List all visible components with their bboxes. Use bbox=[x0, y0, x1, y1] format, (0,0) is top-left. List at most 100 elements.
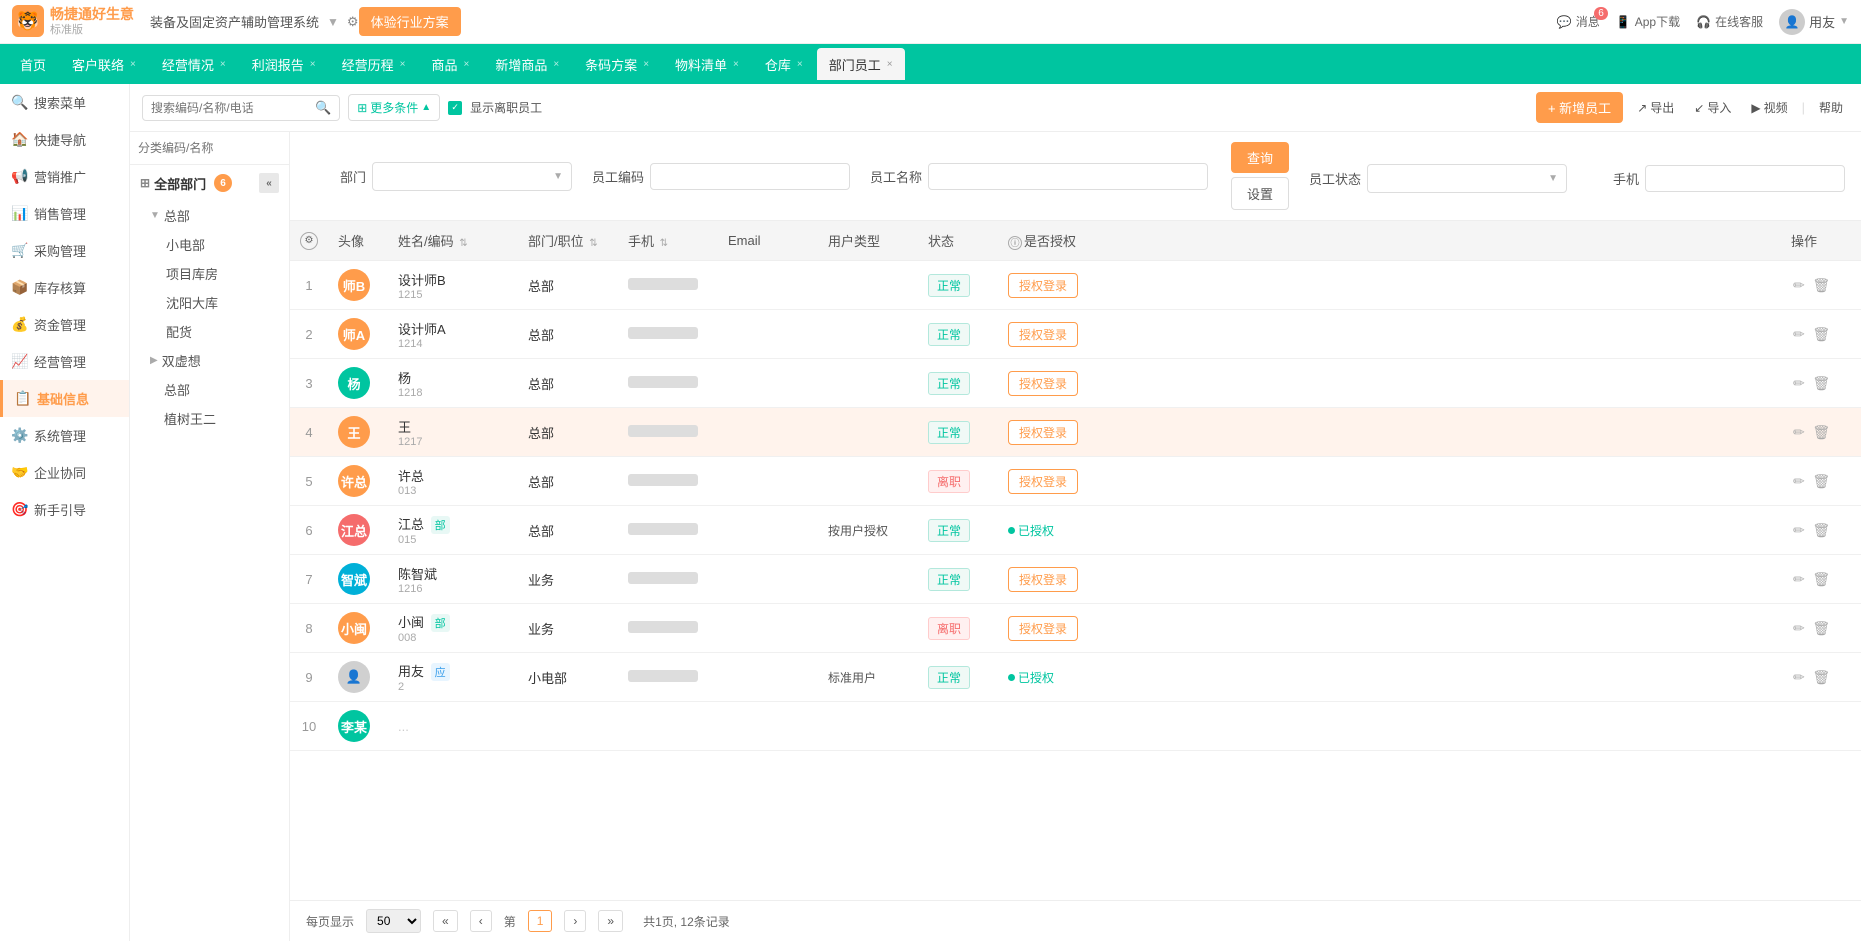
close-tab-history[interactable]: × bbox=[400, 59, 406, 70]
prev-page-button[interactable]: ‹ bbox=[470, 910, 492, 932]
sidebar-item-finance[interactable]: 💰 资金管理 bbox=[0, 306, 129, 343]
edit-button[interactable]: ✏ bbox=[1791, 569, 1807, 590]
search-input[interactable] bbox=[151, 101, 311, 115]
phone-input[interactable] bbox=[1645, 165, 1845, 192]
edit-button[interactable]: ✏ bbox=[1791, 520, 1807, 541]
tab-employees[interactable]: 部门员工× bbox=[817, 48, 905, 80]
auth-button[interactable]: 授权登录 bbox=[1008, 469, 1078, 494]
collapse-tree-button[interactable]: « bbox=[259, 173, 279, 193]
query-button[interactable]: 查询 bbox=[1231, 142, 1289, 173]
close-tab-customer[interactable]: × bbox=[130, 59, 136, 70]
edit-button[interactable]: ✏ bbox=[1791, 373, 1807, 394]
sidebar-item-basic[interactable]: 📋 基础信息 bbox=[0, 380, 129, 417]
tab-barcode[interactable]: 条码方案× bbox=[573, 48, 661, 80]
sidebar-item-marketing[interactable]: 📢 营销推广 bbox=[0, 158, 129, 195]
sidebar-item-inventory[interactable]: 📦 库存核算 bbox=[0, 269, 129, 306]
auth-button[interactable]: 授权登录 bbox=[1008, 616, 1078, 641]
user-area[interactable]: 👤 用友 ▼ bbox=[1779, 9, 1849, 35]
auth-info-icon[interactable]: ⓘ bbox=[1008, 236, 1022, 250]
dept-node-shenyangdacang[interactable]: 沈阳大库 bbox=[130, 288, 289, 317]
sidebar-item-collab[interactable]: 🤝 企业协同 bbox=[0, 454, 129, 491]
video-button[interactable]: ▶ 视频 bbox=[1745, 95, 1793, 120]
close-tab-new-goods[interactable]: × bbox=[553, 59, 559, 70]
sidebar-item-purchase[interactable]: 🛒 采购管理 bbox=[0, 232, 129, 269]
tab-history[interactable]: 经营历程× bbox=[330, 48, 418, 80]
settings-button[interactable]: 设置 bbox=[1231, 177, 1289, 210]
close-tab-profit[interactable]: × bbox=[310, 59, 316, 70]
show-resigned-checkbox[interactable]: ✓ 显示离职员工 bbox=[448, 99, 542, 116]
tab-new-goods[interactable]: 新增商品× bbox=[483, 48, 571, 80]
delete-button[interactable]: 🗑 bbox=[1810, 667, 1832, 688]
sidebar-item-system[interactable]: ⚙️ 系统管理 bbox=[0, 417, 129, 454]
import-button[interactable]: ↙ 导入 bbox=[1688, 95, 1737, 120]
table-settings-icon[interactable]: ⚙ bbox=[300, 232, 318, 250]
delete-button[interactable]: 🗑 bbox=[1810, 520, 1832, 541]
online-service-button[interactable]: 🎧 在线客服 bbox=[1696, 13, 1763, 30]
dept-node-peihuo[interactable]: 配货 bbox=[130, 317, 289, 346]
page-size-select[interactable]: 50 100 200 bbox=[366, 909, 421, 933]
tab-operation[interactable]: 经营情况× bbox=[150, 48, 238, 80]
edit-button[interactable]: ✏ bbox=[1791, 275, 1807, 296]
close-tab-barcode[interactable]: × bbox=[643, 59, 649, 70]
edit-button[interactable]: ✏ bbox=[1791, 422, 1807, 443]
close-tab-goods[interactable]: × bbox=[463, 59, 469, 70]
first-page-button[interactable]: « bbox=[433, 910, 458, 932]
delete-button[interactable]: 🗑 bbox=[1810, 569, 1832, 590]
close-tab-warehouse[interactable]: × bbox=[797, 59, 803, 70]
delete-button[interactable]: 🗑 bbox=[1810, 324, 1832, 345]
system-dropdown-icon[interactable]: ▼ bbox=[327, 15, 339, 29]
close-tab-operation[interactable]: × bbox=[220, 59, 226, 70]
edit-button[interactable]: ✏ bbox=[1791, 324, 1807, 345]
sidebar-item-sales[interactable]: 📊 销售管理 bbox=[0, 195, 129, 232]
sidebar-item-search[interactable]: 🔍 搜索菜单 bbox=[0, 84, 129, 121]
auth-button[interactable]: 授权登录 bbox=[1008, 420, 1078, 445]
delete-button[interactable]: 🗑 bbox=[1810, 275, 1832, 296]
filter-status-select[interactable]: ▼ bbox=[1367, 164, 1567, 193]
edit-button[interactable]: ✏ bbox=[1791, 667, 1807, 688]
filter-dept-select[interactable]: ▼ bbox=[372, 162, 572, 191]
tab-profit[interactable]: 利润报告× bbox=[240, 48, 328, 80]
export-button[interactable]: ↗ 导出 bbox=[1631, 95, 1680, 120]
col-dept-position[interactable]: 部门/职位 ⇅ bbox=[518, 221, 618, 261]
close-tab-employees[interactable]: × bbox=[887, 59, 893, 70]
edit-button[interactable]: ✏ bbox=[1791, 471, 1807, 492]
all-dept-header[interactable]: ⊞ 全部部门 6 « bbox=[130, 165, 289, 201]
sidebar-item-business[interactable]: 📈 经营管理 bbox=[0, 343, 129, 380]
dept-search-input[interactable] bbox=[138, 141, 290, 155]
auth-button[interactable]: 授权登录 bbox=[1008, 322, 1078, 347]
delete-button[interactable]: 🗑 bbox=[1810, 618, 1832, 639]
messages-button[interactable]: 💬 消息 6 bbox=[1557, 13, 1600, 30]
tab-warehouse[interactable]: 仓库× bbox=[753, 48, 815, 80]
settings-icon[interactable]: ⚙ bbox=[347, 14, 359, 30]
auth-button[interactable]: 授权登录 bbox=[1008, 371, 1078, 396]
auth-button[interactable]: 授权登录 bbox=[1008, 273, 1078, 298]
emp-code-input[interactable] bbox=[650, 163, 850, 190]
sidebar-item-quicknav[interactable]: 🏠 快捷导航 bbox=[0, 121, 129, 158]
help-button[interactable]: 帮助 bbox=[1813, 95, 1849, 120]
tab-goods[interactable]: 商品× bbox=[419, 48, 481, 80]
app-download-button[interactable]: 📱 App下载 bbox=[1616, 13, 1680, 30]
last-page-button[interactable]: » bbox=[598, 910, 623, 932]
dept-node-shuangxuxiang[interactable]: ▶ 双虚想 bbox=[130, 346, 289, 375]
dept-node-zhishuWang2[interactable]: 植树王二 bbox=[130, 404, 289, 433]
tab-material[interactable]: 物料清单× bbox=[663, 48, 751, 80]
add-employee-button[interactable]: + 新增员工 bbox=[1536, 92, 1623, 123]
delete-button[interactable]: 🗑 bbox=[1810, 471, 1832, 492]
dept-node-zongbu[interactable]: ▼ 总部 bbox=[130, 201, 289, 230]
more-filter-button[interactable]: ⊞ 更多条件 ▲ bbox=[348, 94, 440, 121]
tab-home[interactable]: 首页 bbox=[8, 48, 58, 80]
col-name-code[interactable]: 姓名/编码 ⇅ bbox=[388, 221, 518, 261]
sidebar-item-guide[interactable]: 🎯 新手引导 bbox=[0, 491, 129, 528]
next-page-button[interactable]: › bbox=[564, 910, 586, 932]
close-tab-material[interactable]: × bbox=[733, 59, 739, 70]
dept-node-projectroom[interactable]: 项目库房 bbox=[130, 259, 289, 288]
emp-name-input[interactable] bbox=[928, 163, 1208, 190]
col-phone[interactable]: 手机 ⇅ bbox=[618, 221, 718, 261]
delete-button[interactable]: 🗑 bbox=[1810, 373, 1832, 394]
delete-button[interactable]: 🗑 bbox=[1810, 422, 1832, 443]
tab-customer[interactable]: 客户联络× bbox=[60, 48, 148, 80]
dept-node-zongbu2[interactable]: 总部 bbox=[130, 375, 289, 404]
col-settings[interactable]: ⚙ bbox=[290, 221, 328, 261]
auth-button[interactable]: 授权登录 bbox=[1008, 567, 1078, 592]
dept-node-xiaodiandept[interactable]: 小电部 bbox=[130, 230, 289, 259]
